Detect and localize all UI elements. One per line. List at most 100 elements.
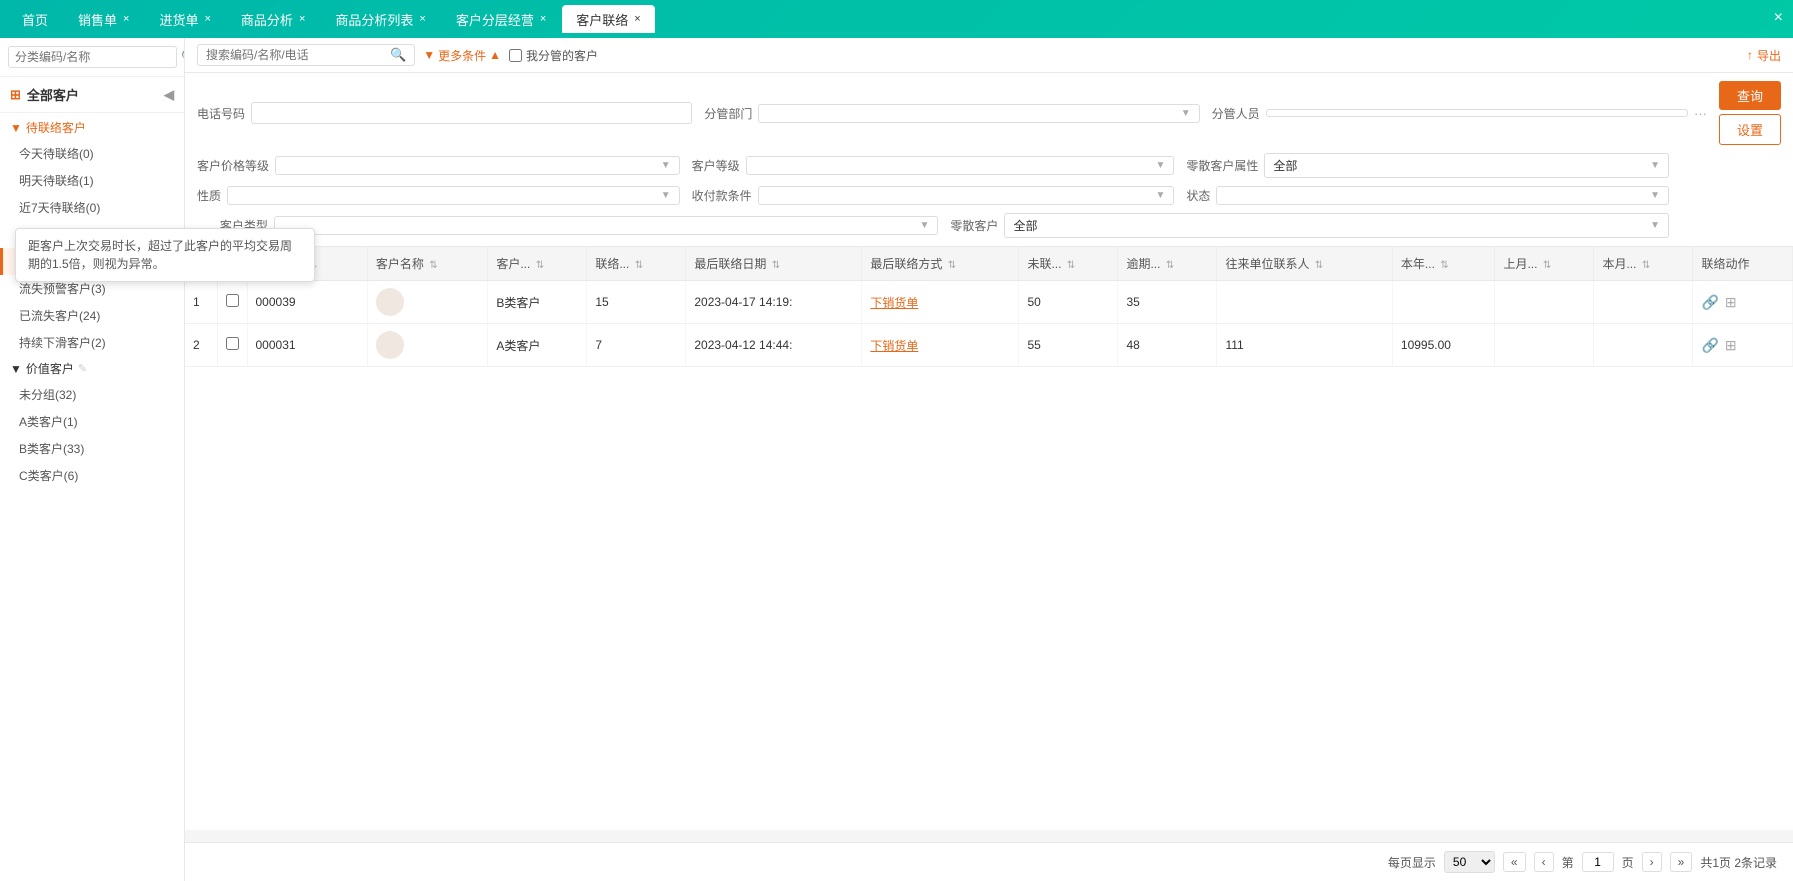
action-grid-icon[interactable]: ⊞: [1725, 294, 1737, 311]
close-app-icon[interactable]: ×: [1774, 9, 1783, 27]
row2-select[interactable]: [226, 337, 239, 350]
sort-icon-contact[interactable]: ⇅: [635, 260, 643, 271]
sidebar-item-a-class[interactable]: A类客户(1): [0, 408, 184, 435]
row2-this-month: [1594, 324, 1693, 367]
horizontal-scrollbar[interactable]: [185, 830, 1793, 842]
tab-customer-contact[interactable]: 客户联络 ×: [562, 5, 654, 33]
close-tab-customer-tier[interactable]: ×: [540, 13, 546, 25]
row1-this-month: [1594, 281, 1693, 324]
my-customer-wrap: 我分管的客户: [509, 47, 598, 64]
col-customer-type: 客户... ⇅: [488, 247, 587, 281]
all-customers-title[interactable]: ⊞ 全部客户 ◀: [0, 77, 184, 113]
close-tab-product-analysis-list[interactable]: ×: [419, 13, 425, 25]
sort-icon-uncontact[interactable]: ⇅: [1067, 260, 1075, 271]
sort-icon-type[interactable]: ⇅: [536, 260, 544, 271]
price-grade-select[interactable]: ▼: [275, 156, 680, 175]
sidebar-item-ungroup[interactable]: 未分组(32): [0, 381, 184, 408]
sidebar-item-7days[interactable]: 近7天待联络(0): [0, 194, 184, 221]
setting-button[interactable]: 设置: [1719, 114, 1781, 145]
table-area: ⚙ 客户编码 ⇅ 客户名称 ⇅ 客户... ⇅: [185, 247, 1793, 830]
close-tab-purchase[interactable]: ×: [204, 13, 210, 25]
total-label: 共1页 2条记录: [1700, 854, 1777, 871]
staff-more-icon[interactable]: ···: [1694, 106, 1707, 121]
chevron-up-icon: ▲: [489, 48, 501, 62]
action-link-icon[interactable]: 🔗: [1701, 337, 1718, 354]
my-customer-checkbox[interactable]: [509, 49, 522, 62]
next-page-button[interactable]: ›: [1642, 852, 1662, 872]
row2-last-month: [1495, 324, 1594, 367]
page-end-label: 页: [1622, 854, 1634, 871]
row2-actions: 🔗 ⊞: [1693, 324, 1793, 367]
page-number-input[interactable]: [1582, 852, 1614, 872]
sidebar-item-c-class[interactable]: C类客户(6): [0, 462, 184, 489]
per-page-select[interactable]: 50 100 200: [1444, 851, 1495, 873]
tooltip: 距客户上次交易时长，超过了此客户的平均交易周期的1.5倍，则视为异常。: [15, 228, 315, 282]
pending-group-title[interactable]: ▼ 待联络客户: [0, 113, 184, 140]
customer-table: ⚙ 客户编码 ⇅ 客户名称 ⇅ 客户... ⇅: [185, 247, 1793, 367]
export-button[interactable]: ↑ 导出: [1747, 47, 1781, 64]
sort-icon-overdue[interactable]: ⇅: [1166, 260, 1174, 271]
top-nav: 首页 销售单 × 进货单 × 商品分析 × 商品分析列表 × 客户分层经营 × …: [0, 0, 1793, 38]
tab-sales[interactable]: 销售单 ×: [64, 5, 143, 33]
tab-product-analysis-list[interactable]: 商品分析列表 ×: [321, 5, 439, 33]
more-conditions-button[interactable]: ▼ 更多条件 ▲: [423, 47, 501, 64]
row1-name: [367, 281, 487, 324]
sort-icon-last-month[interactable]: ⇅: [1543, 260, 1551, 271]
sidebar-search-input[interactable]: [8, 46, 177, 68]
sort-icon-associate[interactable]: ⇅: [1315, 260, 1323, 271]
gender-select[interactable]: ▼: [227, 186, 680, 205]
first-page-button[interactable]: «: [1503, 852, 1526, 872]
edit-icon[interactable]: ✎: [78, 362, 87, 375]
tab-purchase[interactable]: 进货单 ×: [145, 5, 224, 33]
sidebar-item-churned[interactable]: 已流失客户(24): [0, 302, 184, 329]
customer-grade-select[interactable]: ▼: [746, 156, 1175, 175]
chevron-down-icon-price: ▼: [661, 160, 671, 171]
phone-input[interactable]: [251, 102, 692, 124]
search-input[interactable]: [206, 48, 386, 62]
sidebar: 🔍 ⊞ 全部客户 ◀ ▼ 待联络客户 今天待联络(0) 明天待联络(1) 近7天…: [0, 38, 185, 881]
content-area: 🔍 ▼ 更多条件 ▲ 我分管的客户 ↑ 导出 电话号码: [185, 38, 1793, 881]
staff-select[interactable]: [1266, 109, 1688, 117]
tab-product-analysis[interactable]: 商品分析 ×: [227, 5, 319, 33]
col-this-month: 本月... ⇅: [1594, 247, 1693, 281]
table-row: 2 000031 A类客户 7 2023-04-12 14:44: 下销货单 5…: [185, 324, 1793, 367]
tab-customer-tier[interactable]: 客户分层经营 ×: [442, 5, 560, 33]
retail-attr-select[interactable]: 全部 ▼: [1264, 153, 1669, 178]
sort-icon-this-month[interactable]: ⇅: [1642, 260, 1650, 271]
customer-type-select[interactable]: ▼: [274, 216, 939, 235]
retail-customer-select[interactable]: 全部 ▼: [1004, 213, 1669, 238]
filter-actions: 查询 设置: [1719, 81, 1781, 145]
close-tab-customer-contact[interactable]: ×: [634, 13, 640, 25]
last-page-button[interactable]: »: [1670, 852, 1693, 872]
sidebar-item-today[interactable]: 今天待联络(0): [0, 140, 184, 167]
collapse-icon[interactable]: ◀: [164, 87, 174, 103]
row1-select[interactable]: [226, 294, 239, 307]
sort-icon-method[interactable]: ⇅: [948, 260, 956, 271]
per-page-label: 每页显示: [1388, 854, 1436, 871]
value-group-title[interactable]: ▼ 价值客户 ✎: [0, 356, 184, 381]
status-select[interactable]: ▼: [1216, 186, 1669, 205]
filter-gender: 性质 ▼: [197, 186, 680, 205]
search-icon[interactable]: 🔍: [390, 47, 406, 63]
close-tab-product-analysis[interactable]: ×: [299, 13, 305, 25]
action-grid-icon[interactable]: ⊞: [1725, 337, 1737, 354]
sidebar-item-tomorrow[interactable]: 明天待联络(1): [0, 167, 184, 194]
close-tab-sales[interactable]: ×: [123, 13, 129, 25]
prev-page-button[interactable]: ‹: [1534, 852, 1554, 872]
sort-icon-name[interactable]: ⇅: [429, 260, 437, 271]
sidebar-search-wrap: 🔍: [0, 38, 184, 77]
col-action: 联络动作: [1693, 247, 1793, 281]
filter-dept: 分管部门 ▼: [704, 104, 1199, 123]
col-overdue: 逾期... ⇅: [1118, 247, 1217, 281]
row2-uncontact: 55: [1019, 324, 1118, 367]
query-button[interactable]: 查询: [1719, 81, 1781, 110]
sidebar-item-declining[interactable]: 持续下滑客户(2): [0, 329, 184, 356]
action-link-icon[interactable]: 🔗: [1701, 294, 1718, 311]
sort-icon-date[interactable]: ⇅: [772, 260, 780, 271]
dept-select[interactable]: ▼: [758, 104, 1199, 123]
sidebar-item-b-class[interactable]: B类客户(33): [0, 435, 184, 462]
tab-home[interactable]: 首页: [8, 5, 62, 33]
row1-checkbox: [217, 281, 247, 324]
pay-cond-select[interactable]: ▼: [758, 186, 1175, 205]
sort-icon-this-year[interactable]: ⇅: [1440, 260, 1448, 271]
